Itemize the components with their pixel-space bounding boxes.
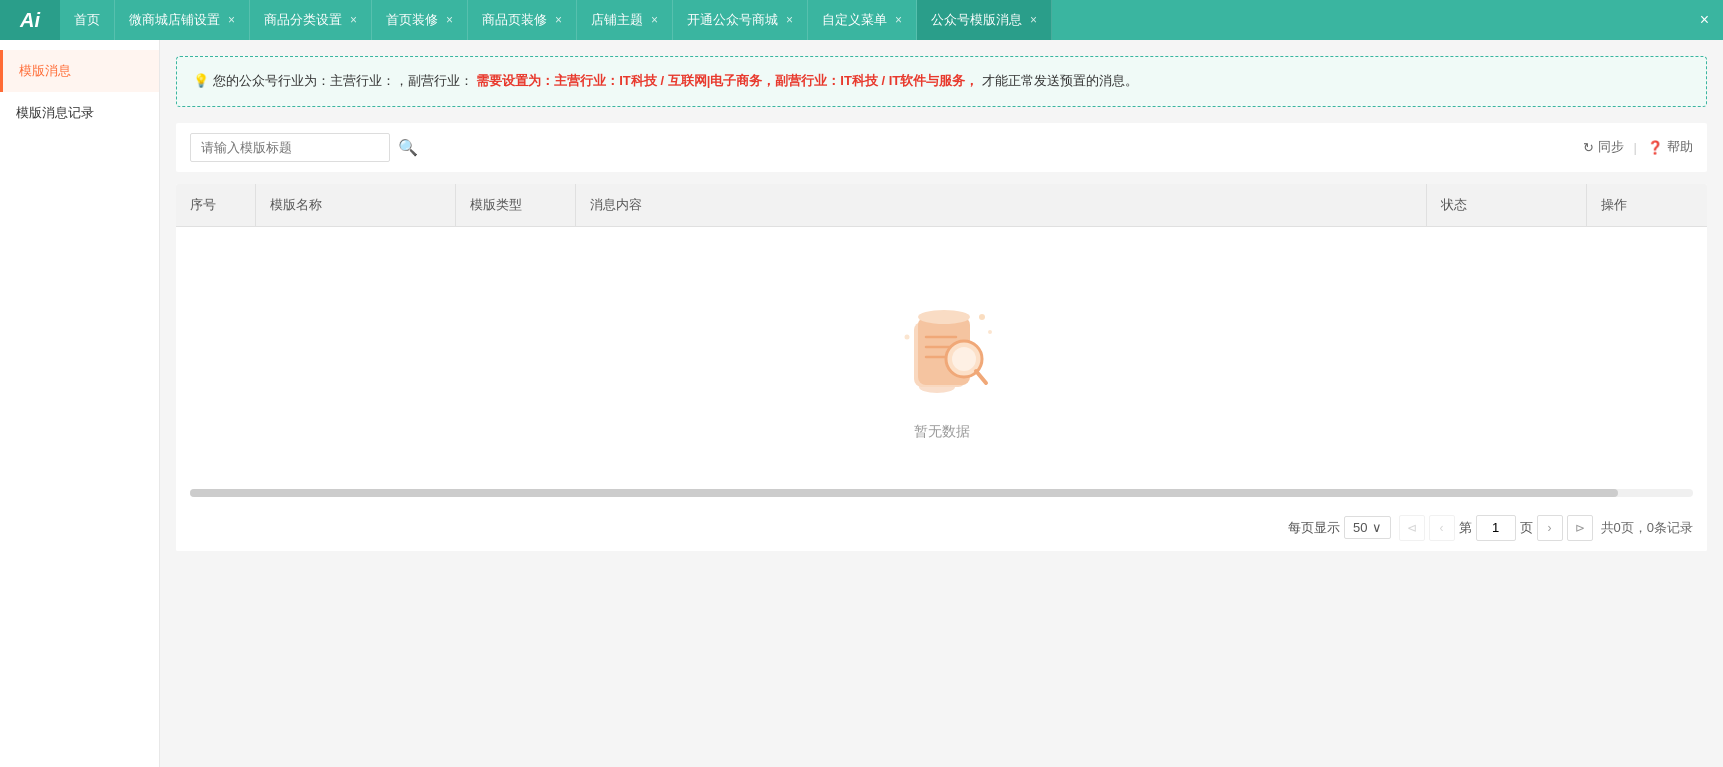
sync-button[interactable]: ↻ 同步 (1583, 138, 1624, 156)
app-logo: Ai (0, 0, 60, 40)
help-label: 帮助 (1667, 138, 1693, 156)
nav-tab-product-category-close[interactable]: × (350, 13, 357, 27)
nav-tab-wechat-template-msg-label: 公众号模版消息 (931, 11, 1022, 29)
nav-tab-product-page-decor-label: 商品页装修 (482, 11, 547, 29)
close-all-tabs-button[interactable]: × (1686, 11, 1723, 29)
nav-tab-open-wechat-shop[interactable]: 开通公众号商城 × (673, 0, 808, 40)
sync-icon: ↻ (1583, 140, 1594, 155)
pagination: 每页显示 50 ∨ ⊲ ‹ 第 页 › ⊳ 共0页，0条记录 (176, 505, 1707, 551)
first-page-button[interactable]: ⊲ (1399, 515, 1425, 541)
col-header-status: 状态 (1427, 184, 1587, 226)
page-label-after: 页 (1520, 519, 1533, 537)
search-area: 🔍 ↻ 同步 | ❓ 帮助 (176, 123, 1707, 172)
notice-icon: 💡 (193, 73, 209, 88)
nav-tab-wechat-template-msg[interactable]: 公众号模版消息 × (917, 0, 1052, 40)
page-size-label: 每页显示 (1288, 519, 1340, 537)
page-size-select: 每页显示 50 ∨ (1288, 516, 1390, 539)
svg-point-10 (979, 314, 985, 320)
help-icon: ❓ (1647, 140, 1663, 155)
scrollbar-thumb[interactable] (190, 489, 1618, 497)
search-left: 🔍 (190, 133, 418, 162)
nav-tab-custom-menu-label: 自定义菜单 (822, 11, 887, 29)
col-header-name: 模版名称 (256, 184, 456, 226)
page-size-value: 50 (1353, 520, 1367, 535)
template-table: 序号 模版名称 模版类型 消息内容 状态 操作 (176, 184, 1707, 551)
col-header-content: 消息内容 (576, 184, 1427, 226)
notice-banner: 💡 您的公众号行业为：主营行业：，副营行业： 需要设置为：主营行业：IT科技 /… (176, 56, 1707, 107)
col-header-action: 操作 (1587, 184, 1707, 226)
nav-tab-open-wechat-shop-close[interactable]: × (786, 13, 793, 27)
nav-tab-micro-shop-close[interactable]: × (228, 13, 235, 27)
horizontal-scrollbar[interactable] (190, 489, 1693, 497)
notice-text-after: 才能正常发送预置的消息。 (982, 73, 1138, 88)
svg-point-8 (952, 347, 976, 371)
col-header-index: 序号 (176, 184, 256, 226)
nav-tab-shop-theme-label: 店铺主题 (591, 11, 643, 29)
page-label-before: 第 (1459, 519, 1472, 537)
nav-tab-micro-shop-label: 微商城店铺设置 (129, 11, 220, 29)
nav-tabs-container: 首页 微商城店铺设置 × 商品分类设置 × 首页装修 × 商品页装修 × 店铺主… (60, 0, 1686, 40)
content-area: 💡 您的公众号行业为：主营行业：，副营行业： 需要设置为：主营行业：IT科技 /… (160, 40, 1723, 767)
col-header-type: 模版类型 (456, 184, 576, 226)
svg-point-11 (988, 330, 992, 334)
notice-text-before: 您的公众号行业为：主营行业：，副营行业： (213, 73, 473, 88)
svg-point-12 (904, 334, 909, 339)
page-navigation: ⊲ ‹ 第 页 › ⊳ (1399, 515, 1593, 541)
sync-label: 同步 (1598, 138, 1624, 156)
nav-tab-homepage-decor-label: 首页装修 (386, 11, 438, 29)
svg-point-3 (918, 310, 970, 324)
nav-tab-custom-menu-close[interactable]: × (895, 13, 902, 27)
sidebar-item-template-msg-label: 模版消息 (19, 63, 71, 78)
nav-tab-homepage-decor[interactable]: 首页装修 × (372, 0, 468, 40)
page-size-dropdown[interactable]: 50 ∨ (1344, 516, 1390, 539)
main-layout: 模版消息 模版消息记录 💡 您的公众号行业为：主营行业：，副营行业： 需要设置为… (0, 40, 1723, 767)
nav-tab-micro-shop[interactable]: 微商城店铺设置 × (115, 0, 250, 40)
total-info: 共0页，0条记录 (1601, 519, 1693, 537)
sidebar-item-template-msg-record[interactable]: 模版消息记录 (0, 92, 159, 134)
nav-tab-homepage-decor-close[interactable]: × (446, 13, 453, 27)
sidebar-item-template-msg[interactable]: 模版消息 (0, 50, 159, 92)
nav-tab-home[interactable]: 首页 (60, 0, 115, 40)
divider: | (1634, 140, 1637, 155)
last-page-button[interactable]: ⊳ (1567, 515, 1593, 541)
help-button[interactable]: ❓ 帮助 (1647, 138, 1693, 156)
nav-tab-home-label: 首页 (74, 11, 100, 29)
prev-page-button[interactable]: ‹ (1429, 515, 1455, 541)
svg-line-9 (976, 371, 986, 383)
page-number-input[interactable] (1476, 515, 1516, 541)
empty-state: 暂无数据 (176, 227, 1707, 481)
nav-tab-product-page-decor-close[interactable]: × (555, 13, 562, 27)
nav-tab-open-wechat-shop-label: 开通公众号商城 (687, 11, 778, 29)
empty-text: 暂无数据 (914, 423, 970, 441)
search-right: ↻ 同步 | ❓ 帮助 (1583, 138, 1693, 156)
notice-highlight: 需要设置为：主营行业：IT科技 / 互联网|电子商务，副营行业：IT科技 / I… (476, 73, 978, 88)
table-header: 序号 模版名称 模版类型 消息内容 状态 操作 (176, 184, 1707, 227)
nav-tab-product-category[interactable]: 商品分类设置 × (250, 0, 372, 40)
nav-tab-product-category-label: 商品分类设置 (264, 11, 342, 29)
sidebar: 模版消息 模版消息记录 (0, 40, 160, 767)
nav-tab-product-page-decor[interactable]: 商品页装修 × (468, 0, 577, 40)
next-page-button[interactable]: › (1537, 515, 1563, 541)
nav-tab-wechat-template-msg-close[interactable]: × (1030, 13, 1037, 27)
nav-tab-shop-theme-close[interactable]: × (651, 13, 658, 27)
nav-tab-custom-menu[interactable]: 自定义菜单 × (808, 0, 917, 40)
search-button[interactable]: 🔍 (398, 138, 418, 157)
search-input[interactable] (190, 133, 390, 162)
empty-state-icon (882, 287, 1002, 407)
sidebar-item-template-msg-record-label: 模版消息记录 (16, 105, 94, 120)
top-navigation: Ai 首页 微商城店铺设置 × 商品分类设置 × 首页装修 × 商品页装修 × … (0, 0, 1723, 40)
nav-tab-shop-theme[interactable]: 店铺主题 × (577, 0, 673, 40)
chevron-down-icon: ∨ (1372, 520, 1382, 535)
